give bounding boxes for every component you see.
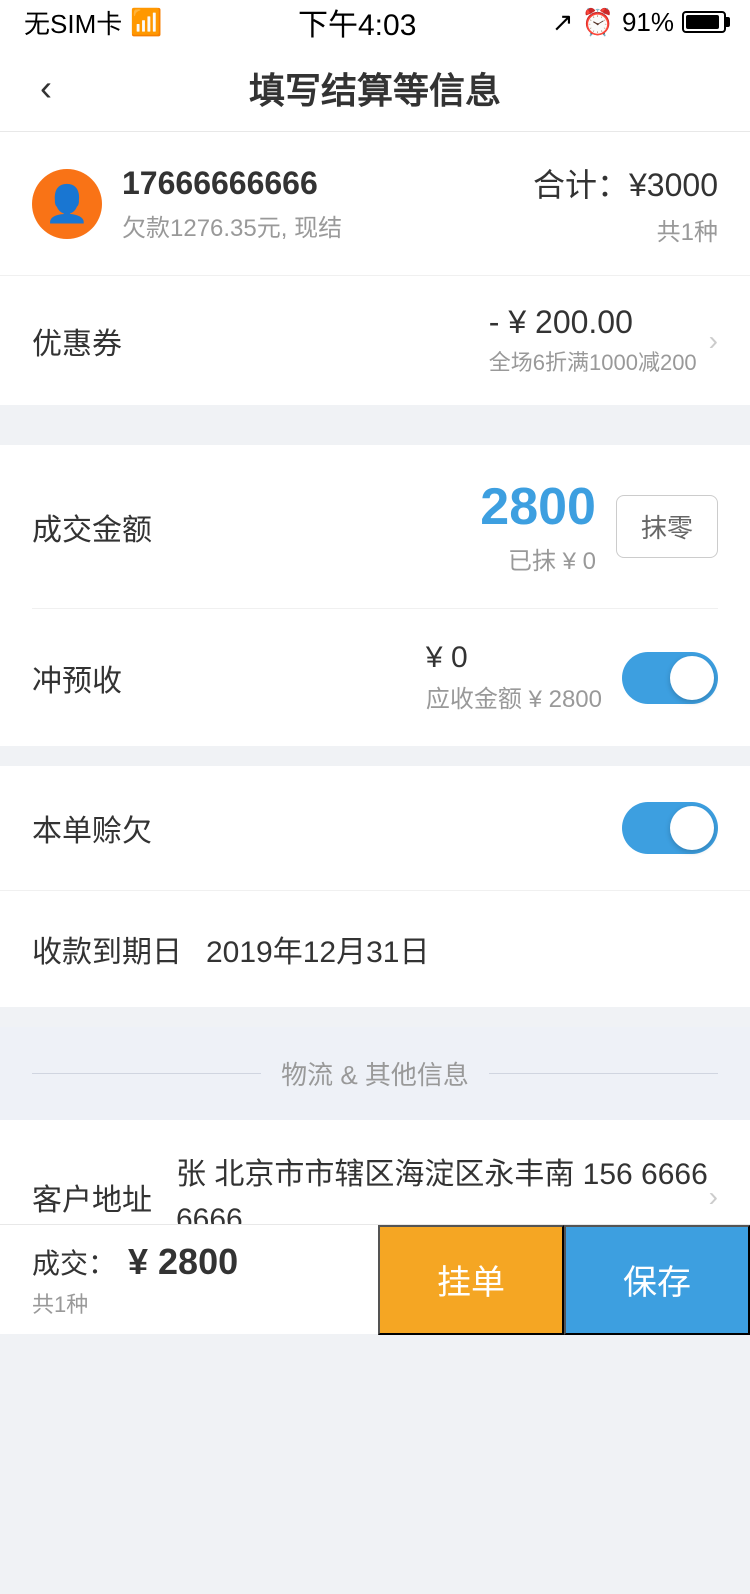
prepay-row: 冲预收 ¥ 0 应收金额 ¥ 2800	[32, 609, 718, 746]
prepay-amount: ¥ 0	[426, 641, 602, 675]
battery-percent: 91%	[622, 7, 674, 38]
total-sub: 共1种	[533, 212, 718, 247]
prepay-info: ¥ 0 应收金额 ¥ 2800	[426, 641, 602, 714]
wifi-icon: 📶	[130, 7, 162, 38]
round-zero-button[interactable]: 抹零	[616, 495, 718, 558]
bottom-deal-sub: 共1种	[32, 1287, 346, 1319]
duedate-row: 收款到期日 2019年12月31日	[0, 890, 750, 1007]
section-header: 物流 & 其他信息	[0, 1027, 750, 1120]
chevron-right-icon: ›	[709, 325, 718, 357]
section-header-text: 物流 & 其他信息	[281, 1055, 469, 1092]
deal-amount-label: 成交金额	[32, 505, 152, 549]
nav-bar: ‹ 填写结算等信息	[0, 44, 750, 132]
customer-info: 17666666666 欠款1276.35元, 现结	[122, 165, 533, 243]
customer-row: 👤 17666666666 欠款1276.35元, 现结 合计：¥3000 共1…	[0, 132, 750, 275]
section-header-line-left	[32, 1073, 261, 1074]
customer-phone: 17666666666	[122, 165, 533, 202]
avatar-icon: 👤	[45, 183, 90, 225]
duedate-label: 收款到期日	[32, 927, 182, 971]
section-header-line-right	[489, 1073, 718, 1074]
coupon-discount: - ¥ 200.00	[489, 304, 697, 341]
credit-toggle[interactable]	[622, 802, 718, 854]
toggle-thumb	[670, 656, 714, 700]
prepay-toggle[interactable]	[622, 652, 718, 704]
prepay-right: ¥ 0 应收金额 ¥ 2800	[426, 641, 718, 714]
duedate-value: 2019年12月31日	[206, 927, 429, 971]
coupon-label: 优惠券	[32, 319, 122, 363]
coupon-desc: 全场6折满1000减200	[489, 345, 697, 377]
status-time: 下午4:03	[298, 0, 416, 44]
back-button[interactable]: ‹	[32, 59, 60, 117]
deal-amount-value: 2800	[480, 477, 596, 537]
deal-amount-sub: 已抹 ¥ 0	[480, 541, 596, 576]
pending-button[interactable]: 挂单	[378, 1225, 564, 1335]
status-right: ↗ ⏰ 91%	[552, 7, 726, 38]
deal-section: 成交金额 2800 已抹 ¥ 0 抹零 冲预收 ¥ 0 应收金额 ¥ 2800	[0, 445, 750, 746]
bottom-deal-label: 成交：	[32, 1242, 116, 1282]
address-label: 客户地址	[32, 1175, 152, 1219]
prepay-sub: 应收金额 ¥ 2800	[426, 679, 602, 714]
address-chevron-icon: ›	[709, 1181, 718, 1213]
total-amount: 合计：¥3000	[533, 160, 718, 206]
deal-amount-right: 2800 已抹 ¥ 0 抹零	[480, 477, 718, 576]
coupon-row[interactable]: 优惠券 - ¥ 200.00 全场6折满1000减200 ›	[0, 275, 750, 405]
battery-icon	[682, 11, 726, 33]
avatar: 👤	[32, 169, 102, 239]
deal-amount-row: 成交金额 2800 已抹 ¥ 0 抹零	[32, 445, 718, 609]
save-button[interactable]: 保存	[564, 1225, 750, 1335]
bottom-bar: 成交： ¥ 2800 共1种 挂单 保存	[0, 1224, 750, 1334]
coupon-right: - ¥ 200.00 全场6折满1000减200 ›	[489, 304, 718, 377]
bottom-deal-info: 成交： ¥ 2800 共1种	[0, 1241, 378, 1319]
bottom-deal-top: 成交： ¥ 2800	[32, 1241, 346, 1283]
credit-toggle-thumb	[670, 806, 714, 850]
deal-amount-info: 2800 已抹 ¥ 0	[480, 477, 596, 576]
page-title: 填写结算等信息	[249, 62, 501, 114]
credit-label: 本单赊欠	[32, 806, 152, 850]
customer-total: 合计：¥3000 共1种	[533, 160, 718, 247]
prepay-label: 冲预收	[32, 656, 122, 700]
bottom-deal-amount: ¥ 2800	[128, 1241, 238, 1283]
location-icon: ↗	[552, 7, 574, 38]
separator-2	[0, 746, 750, 766]
credit-row: 本单赊欠	[0, 766, 750, 890]
status-bar: 无SIM卡 📶 下午4:03 ↗ ⏰ 91%	[0, 0, 750, 44]
sim-text: 无SIM卡	[24, 4, 122, 41]
coupon-info: - ¥ 200.00 全场6折满1000减200	[489, 304, 697, 377]
alarm-icon: ⏰	[582, 7, 614, 38]
separator-1	[0, 425, 750, 445]
customer-subtext: 欠款1276.35元, 现结	[122, 208, 533, 243]
separator-3	[0, 1007, 750, 1027]
customer-section: 👤 17666666666 欠款1276.35元, 现结 合计：¥3000 共1…	[0, 132, 750, 405]
status-left: 无SIM卡 📶	[24, 4, 163, 41]
content: 👤 17666666666 欠款1276.35元, 现结 合计：¥3000 共1…	[0, 132, 750, 1594]
